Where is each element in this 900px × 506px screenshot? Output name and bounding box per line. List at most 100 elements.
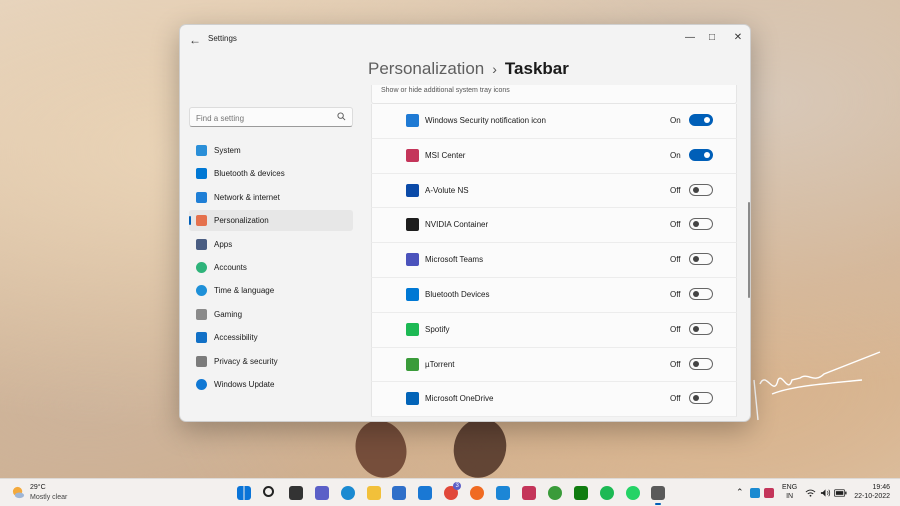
back-arrow-icon[interactable]: ← <box>189 33 203 47</box>
toggle-switch[interactable] <box>689 218 713 231</box>
tray-icon-label: Bluetooth Devices <box>425 289 490 299</box>
weather-description[interactable]: Mostly clear <box>30 494 67 501</box>
sidebar-item-apps[interactable]: Apps <box>189 234 353 255</box>
tray-icon-list: Windows Security notification icon On MSI … <box>371 104 737 418</box>
tray-icon-row: MSI Center On <box>371 138 737 174</box>
tray-icon-row: Windows Security notification icon On <box>371 104 737 139</box>
breadcrumb-parent[interactable]: Personalization <box>368 59 484 78</box>
wifi-icon <box>196 191 207 203</box>
toggle-state-text: Off <box>670 289 681 299</box>
whatsapp-icon[interactable] <box>625 486 640 500</box>
sidebar-item-time-language[interactable]: Time & language <box>189 280 353 301</box>
sidebar-item-label: Apps <box>214 239 233 249</box>
signature-watermark <box>753 351 881 421</box>
spotify-icon[interactable] <box>599 486 614 500</box>
toggle-switch[interactable] <box>689 183 713 196</box>
weather-moon-cloud-icon[interactable] <box>12 486 25 499</box>
shield-icon <box>196 355 207 367</box>
sidebar-item-label: Accessibility <box>214 333 258 343</box>
msi-center-icon[interactable] <box>521 486 536 500</box>
settings-icon[interactable] <box>651 486 666 505</box>
page-title: Taskbar <box>504 59 569 78</box>
tray-icon-row: Spotify Off <box>371 312 737 348</box>
globe-clock-icon <box>196 285 207 297</box>
clock-date: 22-10-2022 <box>854 493 890 500</box>
tray-icon-row: A-Volute NS Off <box>371 173 737 209</box>
task-view-icon[interactable] <box>288 486 303 500</box>
tray-icon-row: NVIDIA Container Off <box>371 208 737 244</box>
minimize-button[interactable]: — <box>678 29 702 47</box>
wallpaper-figure-left <box>347 413 415 485</box>
volume-icon[interactable] <box>820 488 831 498</box>
toggle-state-text: Off <box>670 255 681 265</box>
tray-icon-label: Microsoft OneDrive <box>425 394 494 404</box>
file-explorer-icon[interactable] <box>366 486 381 500</box>
msi-center-icon <box>406 148 419 162</box>
sidebar-item-label: System <box>214 146 241 155</box>
tray-security-icon[interactable] <box>764 488 774 498</box>
tray-icon-label: Spotify <box>425 324 450 334</box>
sidebar-item-system[interactable]: System <box>189 140 353 161</box>
store-icon[interactable] <box>392 486 407 500</box>
sidebar-item-accessibility[interactable]: Accessibility <box>189 327 353 348</box>
sidebar-item-label: Personalization <box>214 216 269 226</box>
toggle-switch[interactable] <box>689 392 713 405</box>
tray-icon-row: µTorrent Off <box>371 347 737 383</box>
paintbrush-icon <box>196 215 207 227</box>
nvidia-icon <box>406 218 419 232</box>
mail-icon[interactable] <box>418 486 433 500</box>
content-pane: Show or hide additional system tray icon… <box>371 85 737 421</box>
sidebar-nav: System Bluetooth & devices Network & inter… <box>189 140 353 397</box>
toggle-state-text: Off <box>670 220 681 230</box>
toggle-switch[interactable] <box>689 287 713 300</box>
search-icon[interactable] <box>262 486 274 497</box>
language-indicator[interactable]: ENG IN <box>782 483 797 506</box>
tray-overflow-chevron-icon[interactable]: ⌃ <box>736 487 744 506</box>
clock[interactable]: 19:46 22-10-2022 <box>852 483 890 506</box>
sidebar-item-bluetooth-devices[interactable]: Bluetooth & devices <box>189 163 353 184</box>
teams-icon <box>406 253 419 267</box>
utorrent-icon <box>406 357 419 371</box>
sidebar-item-privacy-security[interactable]: Privacy & security <box>189 351 353 372</box>
firefox-icon[interactable] <box>470 486 485 500</box>
tray-icon-label: µTorrent <box>425 359 455 369</box>
toggle-switch[interactable] <box>689 114 713 126</box>
chat-icon[interactable] <box>314 486 329 500</box>
tray-icon-label: MSI Center <box>425 150 466 160</box>
edge-icon[interactable] <box>340 486 355 500</box>
xbox-icon[interactable] <box>573 486 588 500</box>
search-field[interactable] <box>189 107 353 128</box>
tray-edge-icon[interactable] <box>750 488 760 498</box>
scrollbar[interactable] <box>748 202 750 298</box>
wifi-icon[interactable] <box>805 488 816 498</box>
bluetooth-icon <box>196 168 207 180</box>
sidebar-item-network-internet[interactable]: Network & internet <box>189 187 353 208</box>
accessibility-icon <box>196 332 207 344</box>
sidebar-item-label: Windows Update <box>214 379 275 389</box>
toggle-switch[interactable] <box>689 357 713 370</box>
notification-badge: 3 <box>453 482 462 490</box>
toggle-state-text: On <box>670 150 681 160</box>
app-title: Settings <box>208 34 237 43</box>
sidebar-item-accounts[interactable]: Accounts <box>189 257 353 278</box>
breadcrumb: Personalization › Taskbar <box>368 59 569 79</box>
toggle-switch[interactable] <box>689 148 713 161</box>
remote-desktop-icon[interactable] <box>496 486 510 500</box>
language-code: ENG <box>782 484 798 491</box>
utorrent-icon[interactable] <box>547 486 562 500</box>
sidebar-item-gaming[interactable]: Gaming <box>189 304 353 325</box>
search-input[interactable] <box>190 109 330 128</box>
clock-time: 19:46 <box>872 484 890 491</box>
tray-icon-row: Bluetooth Devices Off <box>371 277 737 313</box>
maximize-button[interactable]: □ <box>700 29 724 47</box>
toggle-switch[interactable] <box>689 253 713 266</box>
sidebar-item-windows-update[interactable]: Windows Update <box>189 374 353 395</box>
weather-temperature[interactable]: 29°C <box>30 484 46 491</box>
sidebar-item-personalization[interactable]: Personalization <box>189 210 353 232</box>
battery-icon[interactable] <box>834 489 847 497</box>
refresh-icon <box>196 378 207 390</box>
close-button[interactable]: ✕ <box>726 29 750 47</box>
settings-window: ← Settings — □ ✕ Personalization › Taskbar… <box>179 24 751 422</box>
toggle-switch[interactable] <box>689 322 713 335</box>
start-icon[interactable] <box>237 486 251 500</box>
